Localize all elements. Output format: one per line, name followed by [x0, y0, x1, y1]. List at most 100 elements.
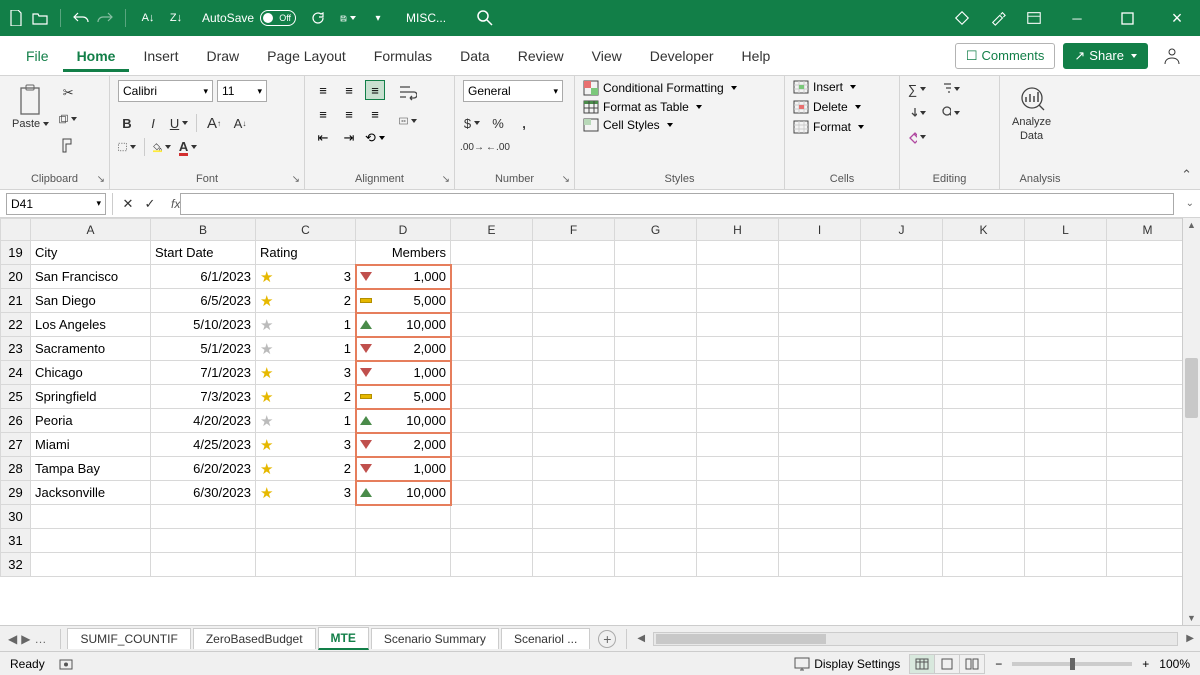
cell[interactable] [1025, 361, 1107, 385]
redo-icon[interactable] [97, 10, 113, 26]
cell[interactable]: 6/1/2023 [151, 265, 256, 289]
col-header-K[interactable]: K [943, 219, 1025, 241]
cell[interactable] [861, 385, 943, 409]
cell[interactable] [697, 553, 779, 577]
cell[interactable]: Peoria [31, 409, 151, 433]
enter-formula-icon[interactable]: ✓ [141, 195, 159, 213]
cell[interactable] [861, 289, 943, 313]
tab-developer[interactable]: Developer [636, 40, 728, 72]
cell[interactable] [31, 505, 151, 529]
cell[interactable] [861, 409, 943, 433]
percent-icon[interactable]: % [489, 114, 507, 132]
bold-button[interactable]: B [118, 114, 136, 132]
zoom-level[interactable]: 100% [1159, 657, 1190, 671]
cell[interactable] [943, 265, 1025, 289]
toggle-switch[interactable]: Off [260, 10, 296, 26]
cell[interactable]: Jacksonville [31, 481, 151, 505]
tab-review[interactable]: Review [504, 40, 578, 72]
clear-icon[interactable] [908, 128, 926, 146]
cell[interactable] [451, 529, 533, 553]
cell[interactable] [1025, 457, 1107, 481]
cell[interactable]: ★3 [256, 433, 356, 457]
row-header[interactable]: 31 [1, 529, 31, 553]
tab-data[interactable]: Data [446, 40, 504, 72]
cell[interactable] [615, 361, 697, 385]
cell[interactable] [1107, 265, 1183, 289]
cell[interactable] [151, 505, 256, 529]
font-color-icon[interactable]: A [179, 138, 197, 156]
cell[interactable] [356, 529, 451, 553]
cell[interactable] [779, 361, 861, 385]
row-header[interactable]: 29 [1, 481, 31, 505]
font-name-combo[interactable]: Calibri▾ [118, 80, 213, 102]
cell[interactable] [861, 457, 943, 481]
format-painter-icon[interactable] [59, 136, 77, 154]
cell[interactable]: 10,000 [356, 481, 451, 505]
sheet-nav-next-icon[interactable]: ▶ [21, 632, 30, 646]
cell[interactable] [943, 361, 1025, 385]
font-launcher-icon[interactable]: ↘ [292, 174, 300, 185]
open-file-icon[interactable] [32, 10, 48, 26]
cell[interactable]: Los Angeles [31, 313, 151, 337]
cell[interactable] [256, 553, 356, 577]
scroll-down-icon[interactable]: ▼ [1187, 613, 1196, 623]
cell[interactable] [943, 313, 1025, 337]
ribbon-display-icon[interactable] [1026, 10, 1042, 26]
cell[interactable]: ★2 [256, 457, 356, 481]
row-header[interactable]: 27 [1, 433, 31, 457]
cell[interactable] [615, 241, 697, 265]
share-button[interactable]: ↗ Share [1063, 43, 1148, 69]
cell[interactable] [1025, 529, 1107, 553]
number-launcher-icon[interactable]: ↘ [562, 174, 570, 185]
merge-icon[interactable] [399, 112, 417, 130]
select-all-corner[interactable] [1, 219, 31, 241]
cell[interactable] [533, 337, 615, 361]
cell[interactable]: 4/20/2023 [151, 409, 256, 433]
paste-button[interactable]: Paste [8, 80, 53, 134]
collapse-ribbon-icon[interactable]: ⌃ [1181, 167, 1192, 183]
wrap-text-icon[interactable] [399, 84, 417, 102]
row-header[interactable]: 24 [1, 361, 31, 385]
copy-icon[interactable] [59, 110, 77, 128]
cell[interactable] [615, 409, 697, 433]
cell[interactable] [779, 385, 861, 409]
cell[interactable] [1025, 241, 1107, 265]
orientation-icon[interactable]: ⟲ [365, 128, 385, 148]
new-file-icon[interactable] [8, 10, 24, 26]
row-header[interactable]: 32 [1, 553, 31, 577]
cell[interactable] [1107, 313, 1183, 337]
cell[interactable] [451, 409, 533, 433]
cell[interactable] [943, 457, 1025, 481]
col-header-I[interactable]: I [779, 219, 861, 241]
page-layout-view-icon[interactable] [934, 654, 960, 674]
cell[interactable]: ★3 [256, 481, 356, 505]
cell[interactable]: Springfield [31, 385, 151, 409]
cell[interactable] [779, 457, 861, 481]
cell[interactable]: Tampa Bay [31, 457, 151, 481]
cell[interactable] [533, 505, 615, 529]
cell[interactable] [943, 241, 1025, 265]
tab-formulas[interactable]: Formulas [360, 40, 446, 72]
increase-decimal-icon[interactable]: .00→ [463, 138, 481, 156]
cell[interactable]: San Diego [31, 289, 151, 313]
cell[interactable] [615, 553, 697, 577]
cell[interactable]: ★1 [256, 337, 356, 361]
shrink-font-icon[interactable]: A↓ [231, 114, 249, 132]
undo-icon[interactable] [73, 10, 89, 26]
cell[interactable] [697, 481, 779, 505]
cell[interactable] [533, 409, 615, 433]
maximize-button[interactable] [1112, 3, 1142, 33]
cell[interactable] [451, 313, 533, 337]
cell[interactable]: Sacramento [31, 337, 151, 361]
cell[interactable] [615, 481, 697, 505]
cell[interactable] [779, 553, 861, 577]
cell[interactable] [861, 313, 943, 337]
cell[interactable] [697, 313, 779, 337]
comma-icon[interactable]: , [515, 114, 533, 132]
vertical-scrollbar[interactable]: ▲ ▼ [1182, 218, 1200, 625]
cell[interactable]: City [31, 241, 151, 265]
cell[interactable] [1107, 529, 1183, 553]
cell[interactable] [1107, 289, 1183, 313]
cell[interactable] [533, 313, 615, 337]
cell[interactable] [779, 433, 861, 457]
